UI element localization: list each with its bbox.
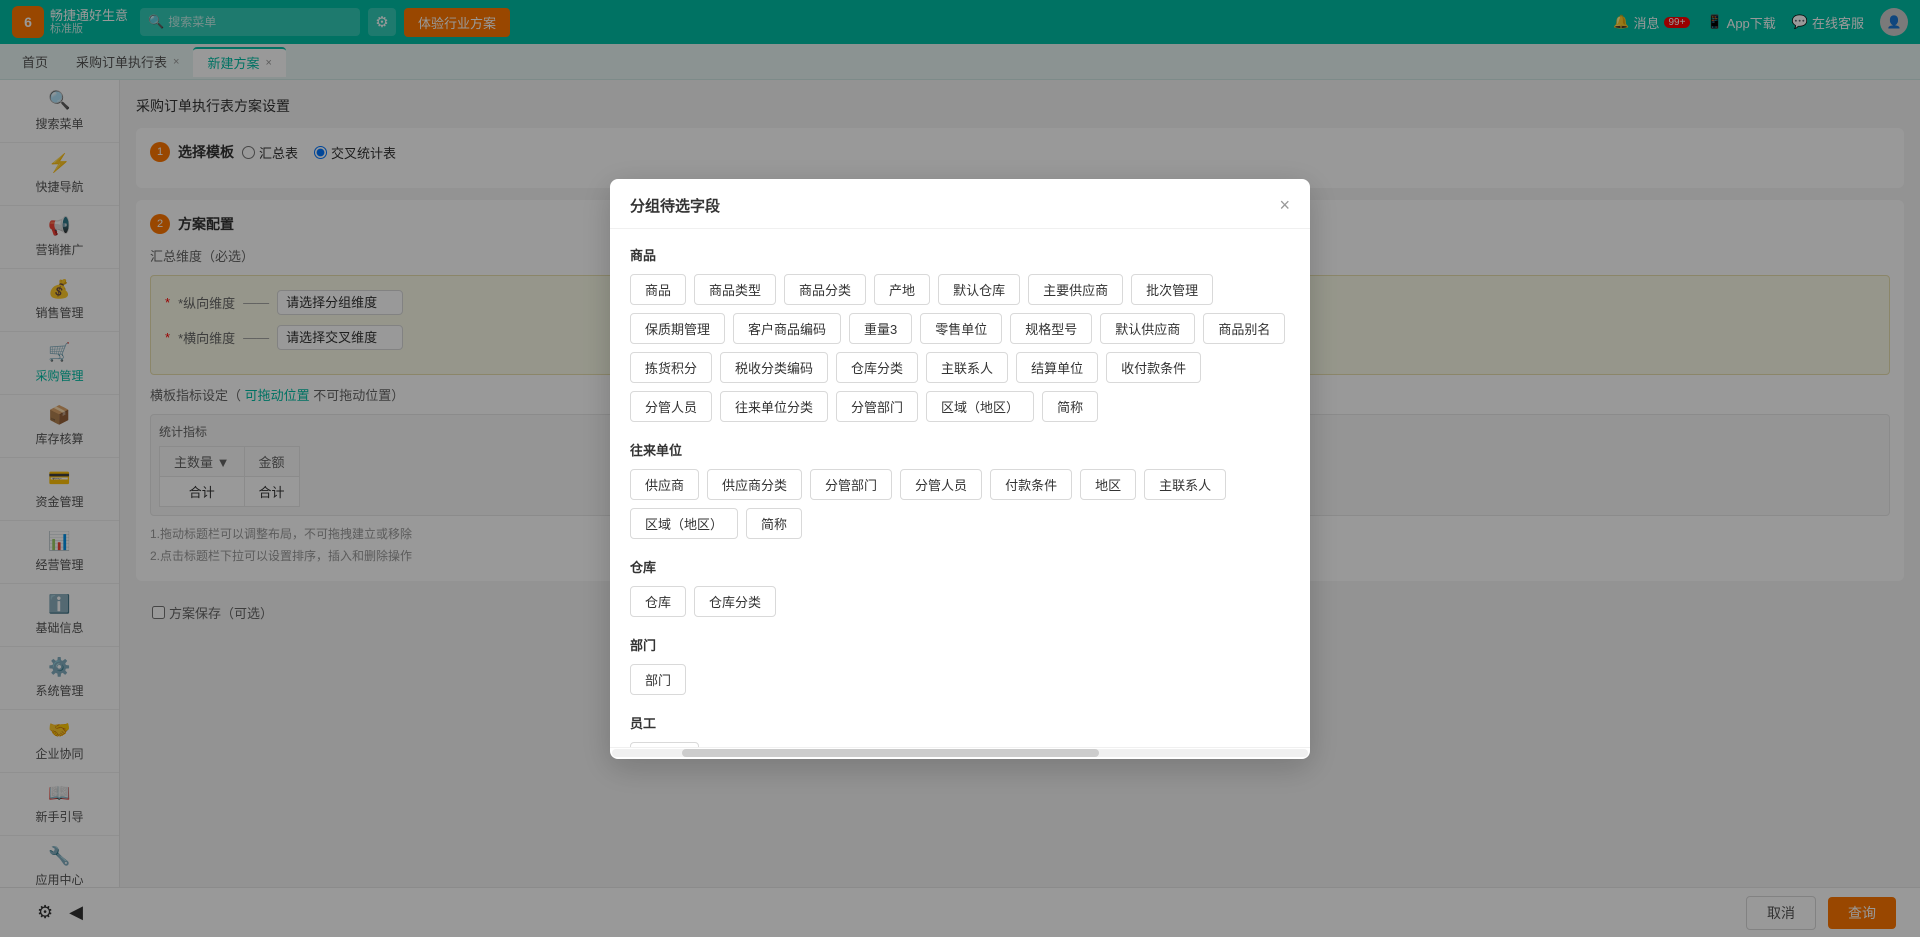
field-tag-goods-17[interactable]: 主联系人 <box>926 352 1008 383</box>
section-title-dept: 部门 <box>630 635 1290 654</box>
modal-horizontal-scrollbar[interactable] <box>610 747 1310 758</box>
field-tag-goods-20[interactable]: 分管人员 <box>630 391 712 422</box>
section-title-warehouse: 仓库 <box>630 557 1290 576</box>
field-tag-goods-16[interactable]: 仓库分类 <box>836 352 918 383</box>
field-tag-goods-2[interactable]: 商品分类 <box>784 274 866 305</box>
field-tag-goods-1[interactable]: 商品类型 <box>694 274 776 305</box>
field-tag-goods-22[interactable]: 分管部门 <box>836 391 918 422</box>
field-tag-goods-0[interactable]: 商品 <box>630 274 686 305</box>
field-tag-partner-8[interactable]: 简称 <box>746 508 802 539</box>
field-tag-partner-3[interactable]: 分管人员 <box>900 469 982 500</box>
modal-header: 分组待选字段 × <box>610 179 1310 229</box>
scrollbar-thumb <box>682 749 1100 757</box>
field-tag-partner-5[interactable]: 地区 <box>1080 469 1136 500</box>
partner-field-tags: 供应商 供应商分类 分管部门 分管人员 付款条件 地区 主联系人 区域（地区） … <box>630 469 1290 539</box>
field-tag-goods-23[interactable]: 区域（地区） <box>926 391 1034 422</box>
field-tag-dept-0[interactable]: 部门 <box>630 664 686 695</box>
section-title-goods: 商品 <box>630 245 1290 264</box>
section-title-employee: 员工 <box>630 713 1290 732</box>
modal-body: 商品 商品 商品类型 商品分类 产地 默认仓库 主要供应商 批次管理 保质期管理… <box>610 229 1310 748</box>
field-tag-goods-7[interactable]: 保质期管理 <box>630 313 725 344</box>
modal-title: 分组待选字段 <box>630 195 720 216</box>
field-tag-warehouse-1[interactable]: 仓库分类 <box>694 586 776 617</box>
section-title-partner: 往来单位 <box>630 440 1290 459</box>
field-tag-goods-24[interactable]: 简称 <box>1042 391 1098 422</box>
field-tag-goods-8[interactable]: 客户商品编码 <box>733 313 841 344</box>
field-tag-partner-6[interactable]: 主联系人 <box>1144 469 1226 500</box>
field-tag-goods-6[interactable]: 批次管理 <box>1131 274 1213 305</box>
field-tag-partner-1[interactable]: 供应商分类 <box>707 469 802 500</box>
field-tag-partner-4[interactable]: 付款条件 <box>990 469 1072 500</box>
field-tag-goods-5[interactable]: 主要供应商 <box>1028 274 1123 305</box>
field-section-goods: 商品 商品 商品类型 商品分类 产地 默认仓库 主要供应商 批次管理 保质期管理… <box>630 245 1290 422</box>
field-section-employee: 员工 业务员 <box>630 713 1290 748</box>
modal-overlay: 分组待选字段 × 商品 商品 商品类型 商品分类 产地 默认仓库 主要供应商 批… <box>0 0 1920 937</box>
field-tag-goods-18[interactable]: 结算单位 <box>1016 352 1098 383</box>
field-section-partner: 往来单位 供应商 供应商分类 分管部门 分管人员 付款条件 地区 主联系人 区域… <box>630 440 1290 539</box>
field-tag-goods-3[interactable]: 产地 <box>874 274 930 305</box>
field-tag-goods-4[interactable]: 默认仓库 <box>938 274 1020 305</box>
field-section-dept: 部门 部门 <box>630 635 1290 695</box>
field-tag-partner-2[interactable]: 分管部门 <box>810 469 892 500</box>
field-tag-goods-12[interactable]: 默认供应商 <box>1100 313 1195 344</box>
field-tag-goods-15[interactable]: 税收分类编码 <box>720 352 828 383</box>
field-tag-goods-14[interactable]: 拣货积分 <box>630 352 712 383</box>
field-tag-goods-13[interactable]: 商品别名 <box>1203 313 1285 344</box>
goods-field-tags: 商品 商品类型 商品分类 产地 默认仓库 主要供应商 批次管理 保质期管理 客户… <box>630 274 1290 422</box>
field-tag-partner-7[interactable]: 区域（地区） <box>630 508 738 539</box>
field-section-warehouse: 仓库 仓库 仓库分类 <box>630 557 1290 617</box>
field-tag-partner-0[interactable]: 供应商 <box>630 469 699 500</box>
field-tag-goods-19[interactable]: 收付款条件 <box>1106 352 1201 383</box>
field-tag-goods-11[interactable]: 规格型号 <box>1010 313 1092 344</box>
field-tag-goods-21[interactable]: 往来单位分类 <box>720 391 828 422</box>
field-tag-warehouse-0[interactable]: 仓库 <box>630 586 686 617</box>
field-select-modal: 分组待选字段 × 商品 商品 商品类型 商品分类 产地 默认仓库 主要供应商 批… <box>610 179 1310 759</box>
warehouse-field-tags: 仓库 仓库分类 <box>630 586 1290 617</box>
field-tag-goods-9[interactable]: 重量3 <box>849 313 912 344</box>
modal-close-button[interactable]: × <box>1279 196 1290 214</box>
scrollbar-track <box>612 749 1308 757</box>
field-tag-goods-10[interactable]: 零售单位 <box>920 313 1002 344</box>
dept-field-tags: 部门 <box>630 664 1290 695</box>
